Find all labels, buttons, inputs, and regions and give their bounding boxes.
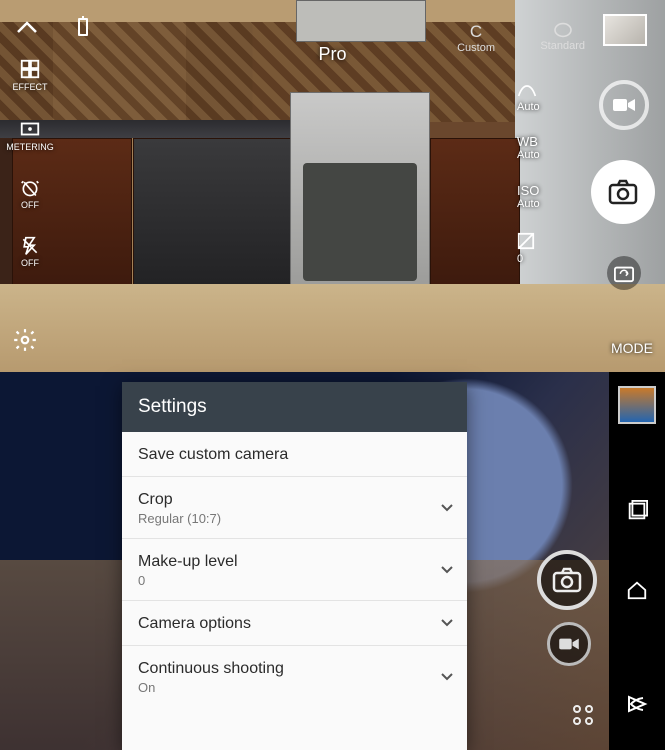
pro-params-column: Auto WB Auto ISO Auto 0 bbox=[517, 84, 565, 287]
wb-label: WB bbox=[517, 135, 565, 149]
settings-row-title: Make-up level bbox=[138, 553, 451, 571]
wb-param[interactable]: WB Auto bbox=[517, 135, 565, 161]
settings-list[interactable]: Save custom camera Crop Regular (10:7) M… bbox=[122, 432, 467, 750]
video-record-button[interactable] bbox=[547, 622, 591, 666]
viewfinder-bg bbox=[296, 0, 426, 42]
switch-camera-icon bbox=[613, 263, 635, 283]
mode-grid-button[interactable] bbox=[571, 703, 595, 732]
exposure-icon bbox=[517, 232, 535, 250]
back-button[interactable] bbox=[625, 693, 649, 720]
viewfinder-bg bbox=[0, 22, 515, 122]
settings-panel-title: Settings bbox=[122, 382, 467, 432]
video-icon bbox=[612, 96, 636, 114]
mode-label-custom[interactable]: C Custom bbox=[457, 22, 495, 54]
grid-icon bbox=[571, 703, 595, 727]
settings-camera-viewfinder: Settings Save custom camera Crop Regular… bbox=[0, 372, 665, 750]
effect-button[interactable]: EFFECT bbox=[6, 58, 54, 92]
settings-panel: Settings Save custom camera Crop Regular… bbox=[122, 382, 467, 750]
settings-row-camera-options[interactable]: Camera options bbox=[122, 601, 467, 646]
settings-row-title: Save custom camera bbox=[138, 446, 451, 464]
viewfinder-bg bbox=[133, 138, 293, 288]
standard-text: Standard bbox=[540, 40, 585, 52]
photo-shutter-button[interactable] bbox=[537, 550, 597, 610]
viewfinder-bg bbox=[430, 138, 520, 288]
ev-value: 0 bbox=[517, 253, 565, 265]
home-icon bbox=[626, 579, 648, 601]
settings-gear-button[interactable] bbox=[12, 327, 38, 358]
settings-row-crop[interactable]: Crop Regular (10:7) bbox=[122, 477, 467, 539]
viewfinder-bg bbox=[290, 92, 430, 292]
effect-label: EFFECT bbox=[13, 82, 48, 92]
settings-row-value: Regular (10:7) bbox=[138, 511, 451, 526]
settings-row-value: 0 bbox=[138, 573, 451, 588]
camera-icon bbox=[608, 179, 638, 205]
timer-label: OFF bbox=[21, 200, 39, 210]
flash-button[interactable]: OFF bbox=[6, 236, 54, 268]
af-param[interactable]: Auto bbox=[517, 84, 565, 113]
photo-shutter-button[interactable] bbox=[591, 160, 655, 224]
palette-icon bbox=[553, 22, 573, 38]
mode-label-standard[interactable]: Standard bbox=[540, 22, 585, 52]
iso-label: ISO bbox=[517, 184, 565, 198]
recent-apps-button[interactable] bbox=[626, 500, 648, 527]
video-record-button[interactable] bbox=[599, 80, 649, 130]
battery-icon bbox=[78, 18, 88, 36]
af-value: Auto bbox=[517, 101, 565, 113]
metering-button[interactable]: METERING bbox=[6, 118, 54, 152]
custom-text: Custom bbox=[457, 42, 495, 54]
mode-menu-button[interactable]: MODE bbox=[611, 340, 653, 356]
wb-value: Auto bbox=[517, 149, 565, 161]
video-icon bbox=[558, 636, 580, 652]
settings-row-title: Camera options bbox=[138, 615, 451, 633]
home-button[interactable] bbox=[626, 579, 648, 606]
back-icon bbox=[625, 693, 649, 715]
settings-row-save-custom[interactable]: Save custom camera bbox=[122, 432, 467, 477]
ev-param[interactable]: 0 bbox=[517, 232, 565, 265]
iso-value: Auto bbox=[517, 198, 565, 210]
custom-letter: C bbox=[457, 22, 495, 42]
settings-row-title: Continuous shooting bbox=[138, 660, 451, 678]
gallery-thumbnail[interactable] bbox=[603, 14, 647, 46]
settings-row-makeup[interactable]: Make-up level 0 bbox=[122, 539, 467, 601]
iso-param[interactable]: ISO Auto bbox=[517, 184, 565, 210]
chevron-down-icon bbox=[441, 561, 453, 579]
chevron-down-icon bbox=[441, 499, 453, 517]
camera-icon bbox=[552, 567, 582, 593]
mode-label-pro[interactable]: Pro bbox=[318, 44, 346, 65]
pro-camera-viewfinder: EFFECT METERING OFF OFF Pro C Custom Sta… bbox=[0, 0, 665, 372]
recent-apps-icon bbox=[626, 500, 648, 522]
metering-label: METERING bbox=[6, 142, 54, 152]
left-tool-column: EFFECT METERING OFF OFF bbox=[6, 18, 54, 294]
timer-button[interactable]: OFF bbox=[6, 178, 54, 210]
gallery-thumbnail[interactable] bbox=[618, 386, 656, 424]
chevron-down-icon bbox=[441, 614, 453, 632]
android-nav-bar bbox=[609, 372, 665, 750]
settings-row-title: Crop bbox=[138, 491, 451, 509]
chevron-down-icon bbox=[441, 668, 453, 686]
flash-label: OFF bbox=[21, 258, 39, 268]
switch-camera-button[interactable] bbox=[607, 256, 641, 290]
focus-icon bbox=[517, 84, 537, 98]
settings-row-value: On bbox=[138, 680, 451, 695]
viewfinder-bg bbox=[0, 284, 665, 372]
settings-row-continuous[interactable]: Continuous shooting On bbox=[122, 646, 467, 707]
